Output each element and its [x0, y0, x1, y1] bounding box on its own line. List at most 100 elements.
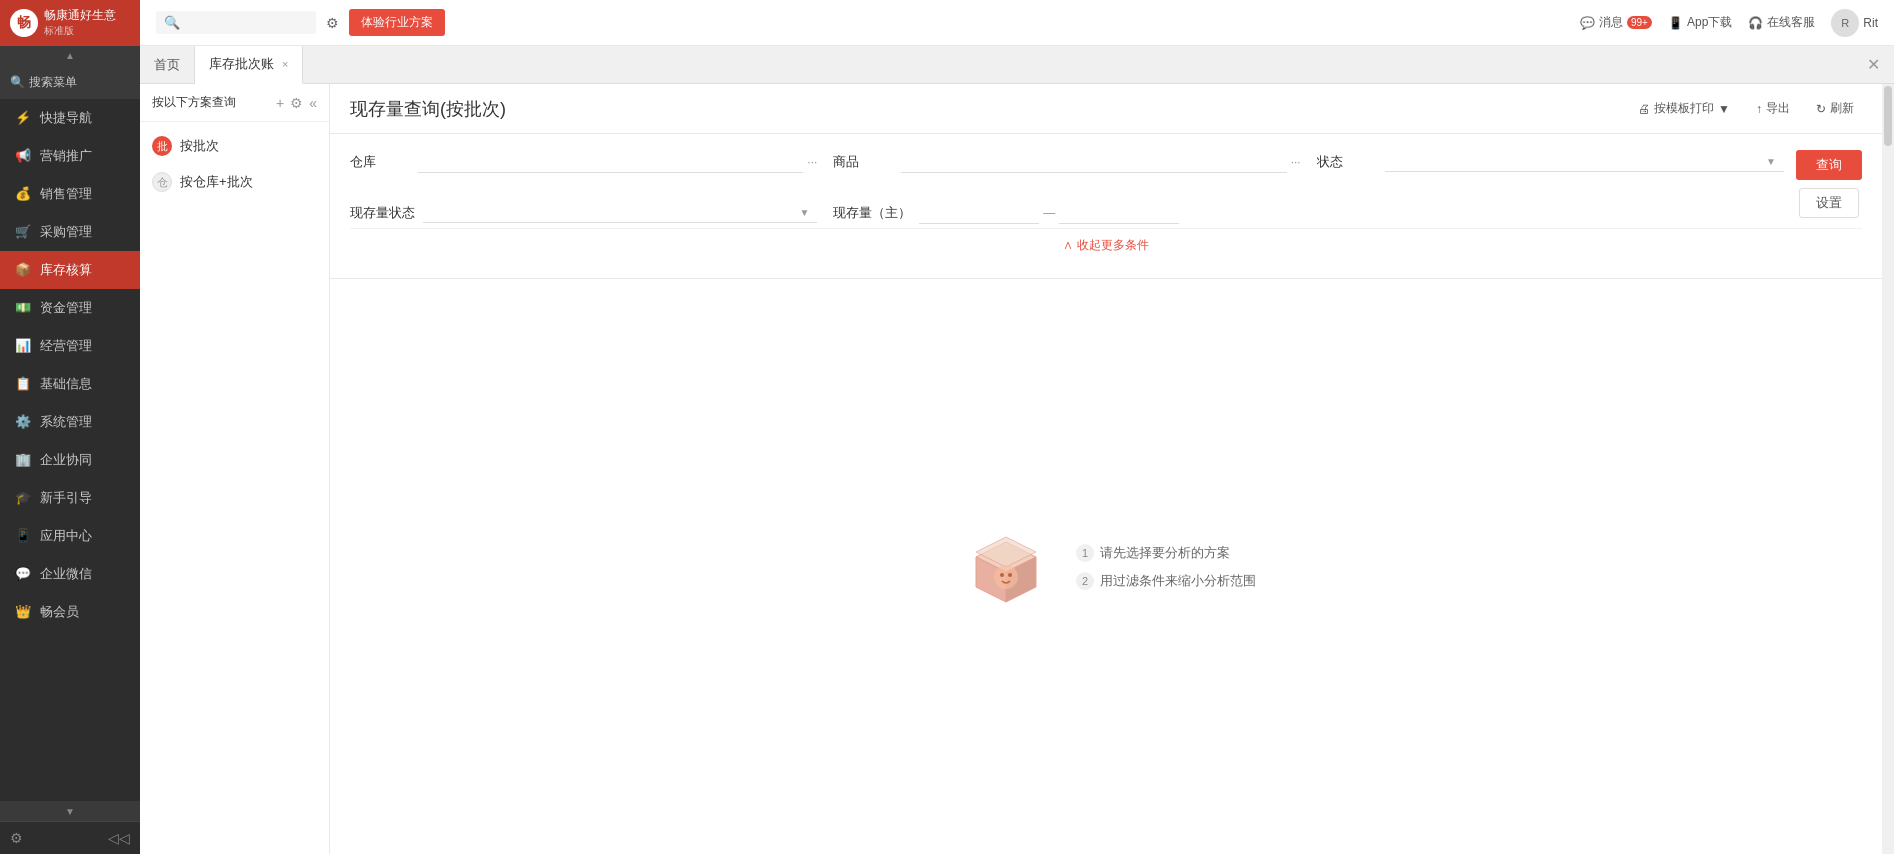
- status-dropdown[interactable]: ▼: [1385, 152, 1784, 172]
- inventory-icon: 📦: [14, 261, 32, 279]
- sidebar-item-corp[interactable]: 🏢 企业协同: [0, 441, 140, 479]
- scheme-settings-icon[interactable]: ⚙: [290, 95, 303, 111]
- member-label: 畅会员: [40, 603, 79, 621]
- header-search-bar[interactable]: 🔍: [156, 11, 316, 34]
- sidebar-item-marketing[interactable]: 📢 营销推广: [0, 137, 140, 175]
- corp-label: 企业协同: [40, 451, 92, 469]
- sidebar-item-finance[interactable]: 💵 资金管理: [0, 289, 140, 327]
- sidebar-item-purchase[interactable]: 🛒 采购管理: [0, 213, 140, 251]
- message-action[interactable]: 💬 消息 99+: [1580, 14, 1652, 31]
- sidebar-item-operations[interactable]: 📊 经营管理: [0, 327, 140, 365]
- warehouse-filter: 仓库 ···: [350, 150, 817, 173]
- scheme-item-warehouse-batch[interactable]: 仓 按仓库+批次: [140, 164, 329, 200]
- sidebar-scroll-down[interactable]: ▼: [0, 801, 140, 821]
- print-icon: 🖨: [1638, 102, 1650, 116]
- app-download-label: App下载: [1687, 14, 1732, 31]
- inventory-qty-from[interactable]: [919, 201, 1039, 224]
- header-right: 💬 消息 99+ 📱 App下载 🎧 在线客服 R Rit: [1580, 9, 1878, 37]
- tip-2-num: 2: [1076, 572, 1094, 590]
- refresh-icon: ↻: [1816, 102, 1826, 116]
- scrollbar-thumb: [1884, 86, 1892, 146]
- export-button[interactable]: ↑ 导出: [1748, 96, 1798, 121]
- wechat-label: 企业微信: [40, 565, 92, 583]
- search-label: 搜索菜单: [29, 74, 77, 91]
- header-left: 🔍 ⚙ 体验行业方案: [156, 9, 445, 36]
- print-label: 按模板打印: [1654, 100, 1714, 117]
- scheme-item-batch[interactable]: 批 按批次: [140, 128, 329, 164]
- edition-label: 标准版: [44, 24, 116, 38]
- sidebar-item-apps[interactable]: 📱 应用中心: [0, 517, 140, 555]
- company-name: 畅康通好生意: [44, 8, 116, 24]
- header-search-input[interactable]: [184, 16, 284, 30]
- settings-button[interactable]: 设置: [1799, 188, 1859, 218]
- empty-tips: 1 请先选择要分析的方案 2 用过滤条件来缩小分析范围: [1076, 544, 1256, 590]
- sales-icon: 💰: [14, 185, 32, 203]
- sales-label: 销售管理: [40, 185, 92, 203]
- apps-icon: 📱: [14, 527, 32, 545]
- user-action[interactable]: R Rit: [1831, 9, 1878, 37]
- tab-home[interactable]: 首页: [140, 46, 195, 84]
- warehouse-more-icon[interactable]: ···: [807, 155, 817, 169]
- tab-panel-close-button[interactable]: ✕: [1853, 46, 1894, 84]
- scheme-batch-icon: 批: [152, 136, 172, 156]
- page-title-actions: 🖨 按模板打印 ▼ ↑ 导出 ↻ 刷新: [1630, 96, 1862, 121]
- top-header: 🔍 ⚙ 体验行业方案 💬 消息 99+ 📱 App下载 🎧 在线客服: [140, 0, 1894, 46]
- status-label: 状态: [1317, 153, 1377, 171]
- refresh-button[interactable]: ↻ 刷新: [1808, 96, 1862, 121]
- collapse-more-button[interactable]: ∧ 收起更多条件: [350, 228, 1862, 262]
- inventory-qty-dash: —: [1039, 206, 1059, 220]
- sidebar-item-inventory[interactable]: 📦 库存核算: [0, 251, 140, 289]
- product-more-icon[interactable]: ···: [1291, 155, 1301, 169]
- inventory-status-label: 现存量状态: [350, 204, 415, 222]
- tab-close-icon[interactable]: ×: [282, 58, 288, 70]
- app-download-action[interactable]: 📱 App下载: [1668, 14, 1732, 31]
- finance-icon: 💵: [14, 299, 32, 317]
- inventory-status-dropdown[interactable]: ▼: [423, 203, 817, 223]
- scheme-list: 批 按批次 仓 按仓库+批次: [140, 122, 329, 854]
- customer-service-action[interactable]: 🎧 在线客服: [1748, 14, 1815, 31]
- sidebar-item-member[interactable]: 👑 畅会员: [0, 593, 140, 631]
- trial-button[interactable]: 体验行业方案: [349, 9, 445, 36]
- query-button[interactable]: 查询: [1796, 150, 1862, 180]
- print-button[interactable]: 🖨 按模板打印 ▼: [1630, 96, 1738, 121]
- sidebar-item-system[interactable]: ⚙️ 系统管理: [0, 403, 140, 441]
- empty-state: 1 请先选择要分析的方案 2 用过滤条件来缩小分析范围: [330, 279, 1882, 854]
- sidebar-search[interactable]: 🔍 搜索菜单: [0, 66, 140, 99]
- corp-icon: 🏢: [14, 451, 32, 469]
- empty-content: 1 请先选择要分析的方案 2 用过滤条件来缩小分析范围: [956, 517, 1256, 617]
- footer-settings-icon[interactable]: ⚙: [10, 830, 23, 846]
- svg-point-6: [1008, 573, 1012, 577]
- headset-icon: 🎧: [1748, 16, 1763, 30]
- tab-inventory-batch[interactable]: 库存批次账 ×: [195, 46, 303, 84]
- scheme-panel-title: 按以下方案查询: [152, 94, 236, 111]
- scheme-warehouse-batch-label: 按仓库+批次: [180, 173, 253, 191]
- sidebar-item-basics[interactable]: 📋 基础信息: [0, 365, 140, 403]
- print-dropdown-icon[interactable]: ▼: [1718, 102, 1730, 116]
- member-icon: 👑: [14, 603, 32, 621]
- export-label: 导出: [1766, 100, 1790, 117]
- sidebar-item-sales[interactable]: 💰 销售管理: [0, 175, 140, 213]
- sidebar-scroll-up[interactable]: ▲: [0, 46, 140, 66]
- product-input[interactable]: [901, 150, 1286, 173]
- warehouse-input[interactable]: [418, 150, 803, 173]
- empty-icon: [956, 517, 1056, 617]
- scheme-header-actions: + ⚙ «: [276, 95, 317, 111]
- product-label: 商品: [833, 153, 893, 171]
- footer-collapse-icon[interactable]: ◁◁: [108, 830, 130, 846]
- scheme-add-icon[interactable]: +: [276, 95, 284, 111]
- avatar-initial: R: [1841, 17, 1849, 29]
- right-scrollbar[interactable]: [1882, 84, 1894, 854]
- sidebar-item-newuser[interactable]: 🎓 新手引导: [0, 479, 140, 517]
- sidebar-item-wechat[interactable]: 💬 企业微信: [0, 555, 140, 593]
- sidebar-company: 畅康通好生意 标准版: [44, 8, 116, 38]
- page-title-bar: 现存量查询(按批次) 🖨 按模板打印 ▼ ↑ 导出 ↻ 刷新: [330, 84, 1882, 134]
- scheme-batch-label: 按批次: [180, 137, 219, 155]
- system-icon: ⚙️: [14, 413, 32, 431]
- sidebar-item-quick-nav[interactable]: ⚡ 快捷导航: [0, 99, 140, 137]
- username-label: Rit: [1863, 16, 1878, 30]
- scheme-collapse-icon[interactable]: «: [309, 95, 317, 111]
- inventory-qty-to[interactable]: [1059, 201, 1179, 224]
- customer-service-label: 在线客服: [1767, 14, 1815, 31]
- sidebar-header: 畅 畅康通好生意 标准版: [0, 0, 140, 46]
- header-settings-icon[interactable]: ⚙: [326, 15, 339, 31]
